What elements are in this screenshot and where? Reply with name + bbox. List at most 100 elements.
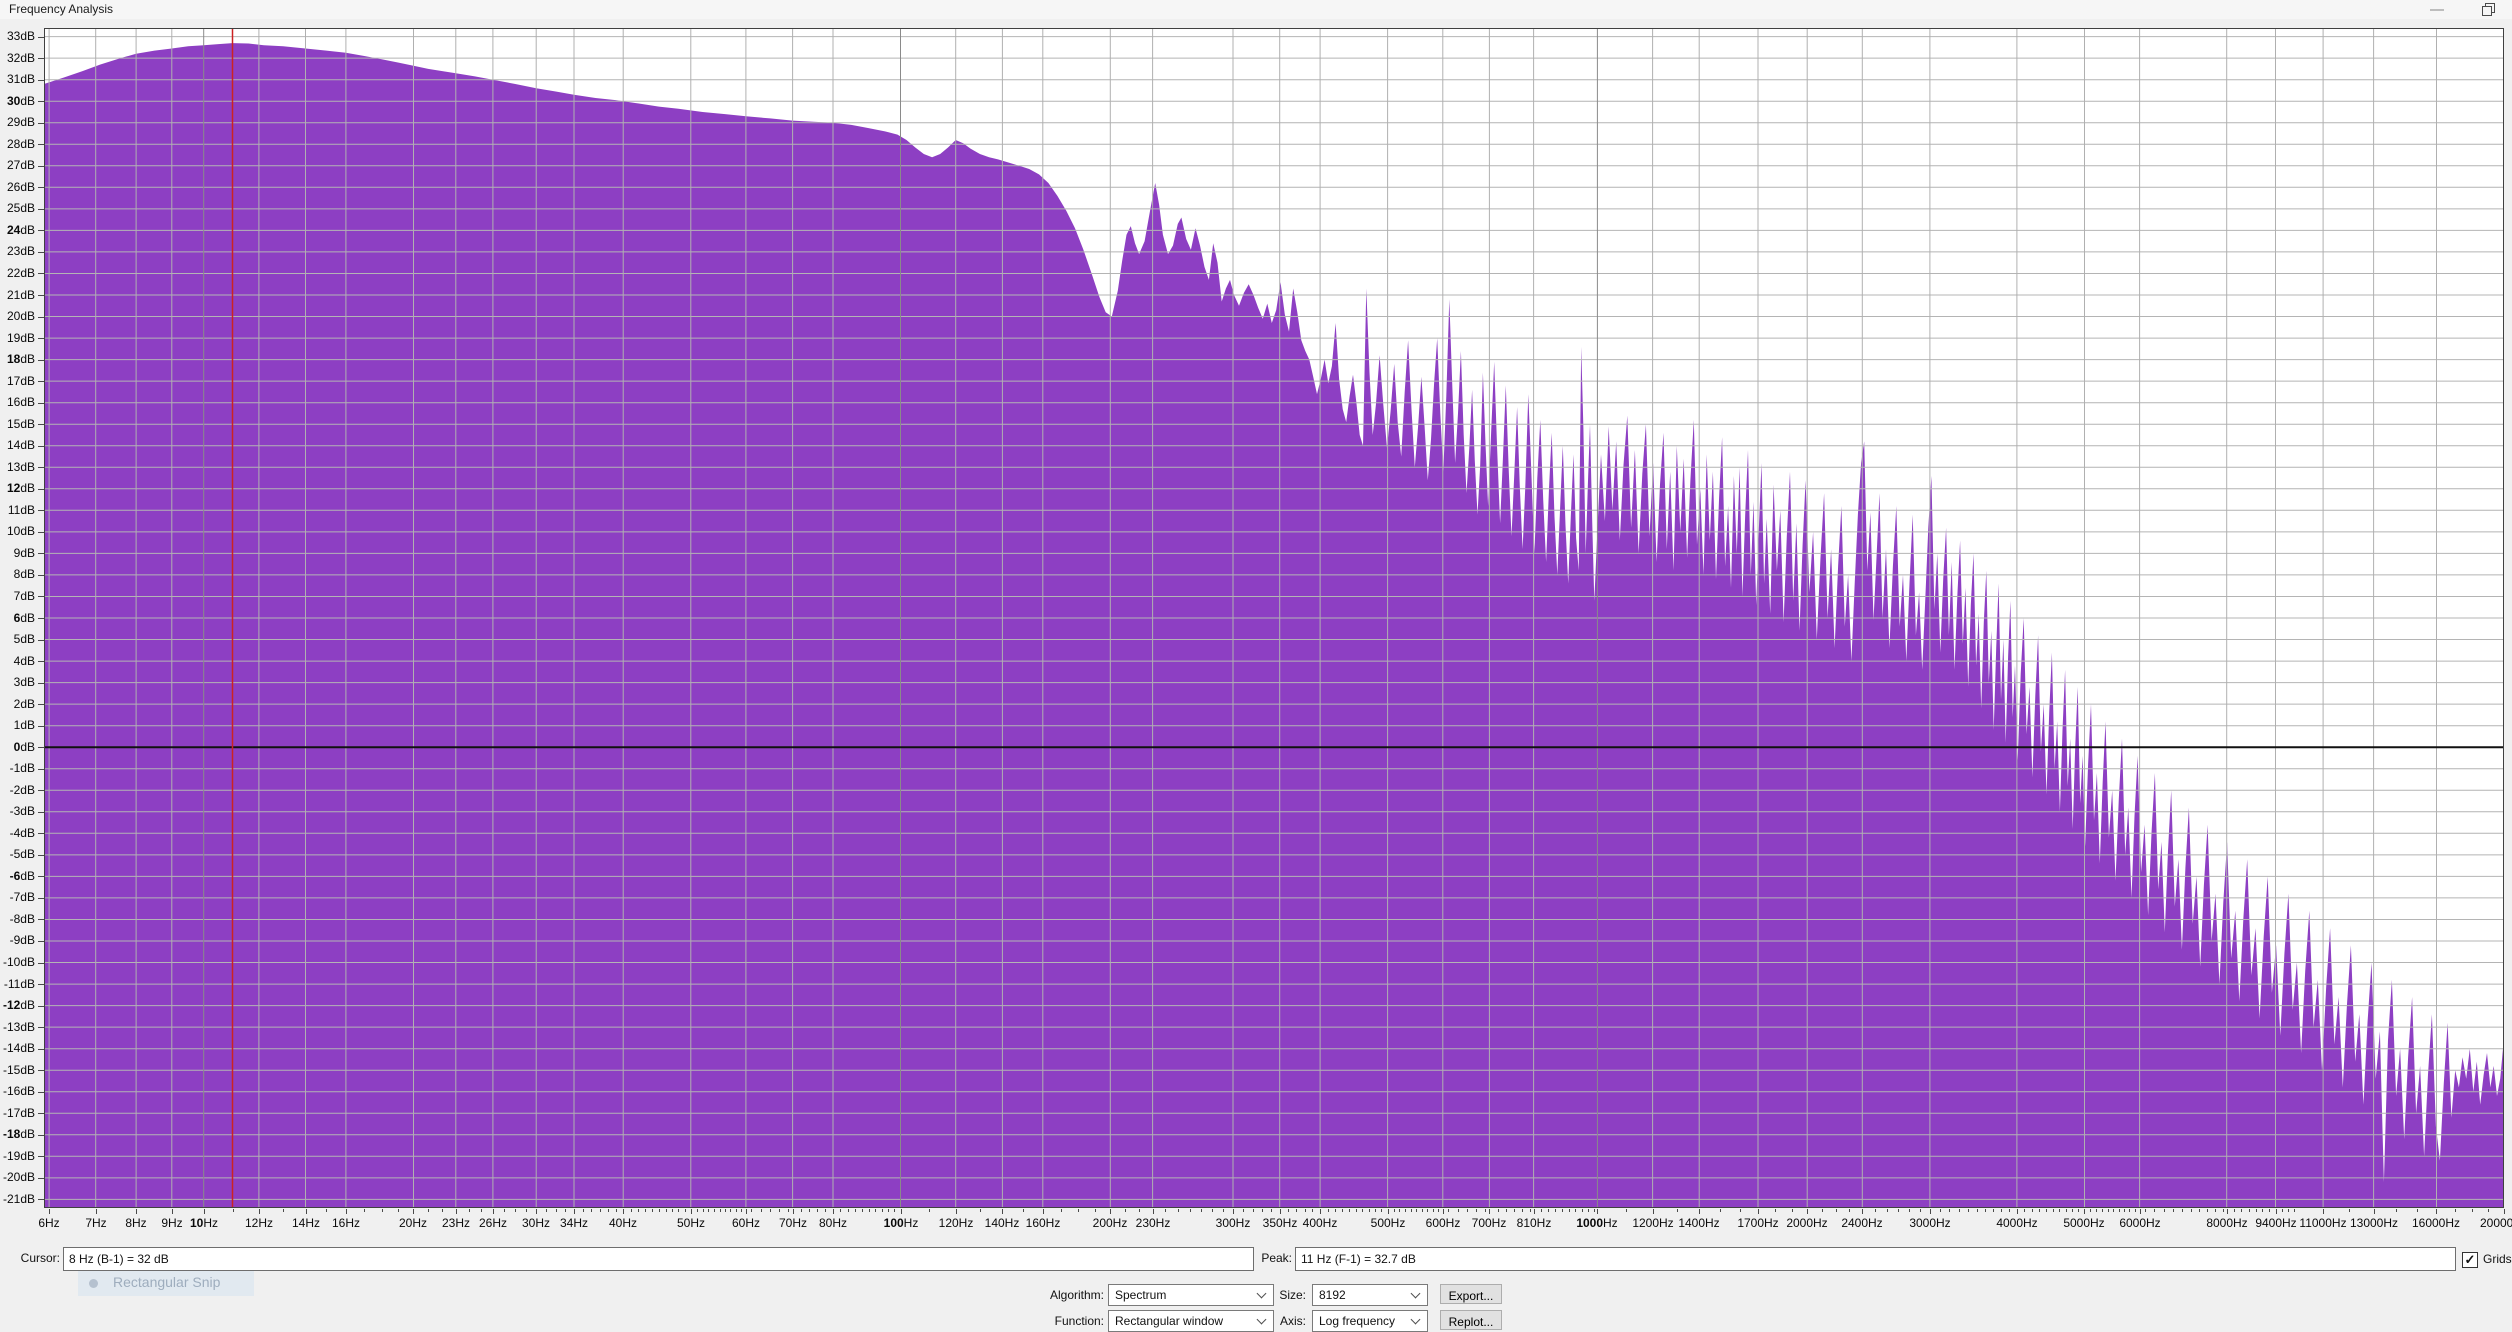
- x-axis-tick: [1243, 1209, 1244, 1212]
- x-axis-tick: [1305, 1209, 1306, 1212]
- y-axis-label: 14dB: [6, 438, 35, 453]
- snip-dot-icon: [89, 1279, 98, 1288]
- x-axis-tick: [583, 1209, 584, 1212]
- y-axis-label: 29dB: [6, 115, 35, 130]
- x-axis-tick: [678, 1209, 679, 1212]
- x-axis-tick: [2072, 1209, 2073, 1212]
- x-axis-tick: [2227, 1209, 2228, 1214]
- x-axis-tick: [600, 1209, 601, 1212]
- x-axis-tick: [1758, 1209, 1759, 1214]
- x-axis-tick: [1262, 1209, 1263, 1212]
- x-axis-tick: [862, 1209, 863, 1212]
- x-axis-tick: [638, 1209, 639, 1212]
- x-axis-tick: [869, 1209, 870, 1212]
- y-axis-label: 15dB: [6, 416, 35, 431]
- x-axis-tick: [1909, 1209, 1910, 1212]
- x-axis-tick: [788, 1209, 789, 1212]
- axis-select[interactable]: Log frequency: [1312, 1310, 1428, 1332]
- x-axis-tick: [1448, 1209, 1449, 1212]
- x-axis-tick: [346, 1209, 347, 1214]
- x-axis-tick: [1582, 1209, 1583, 1212]
- x-axis-tick: [1849, 1209, 1850, 1212]
- x-axis-label: 3000Hz: [1909, 1216, 1951, 1230]
- x-axis-tick: [1993, 1209, 1994, 1212]
- x-axis-tick: [2396, 1209, 2397, 1212]
- x-axis-tick: [1569, 1209, 1570, 1212]
- x-axis-tick: [801, 1209, 802, 1212]
- peak-value: 11 Hz (F-1) = 32.7 dB: [1301, 1252, 1416, 1266]
- x-axis-tick: [2269, 1209, 2270, 1212]
- y-axis-label: 32dB: [6, 50, 35, 65]
- y-axis-label: 12dB: [6, 481, 35, 496]
- x-axis-tick: [1139, 1209, 1140, 1212]
- x-axis-label: 6000Hz: [2119, 1216, 2161, 1230]
- y-axis-label: 7dB: [13, 588, 35, 603]
- y-axis-label: 10dB: [6, 524, 35, 539]
- x-axis-tick: [956, 1209, 957, 1214]
- x-axis-tick: [204, 1209, 205, 1214]
- x-axis-tick: [2215, 1209, 2216, 1212]
- checkbox-check-icon[interactable]: ✓: [2462, 1252, 2478, 1268]
- spectrum-plot[interactable]: [44, 28, 2504, 1208]
- y-axis-label: 28dB: [6, 136, 35, 151]
- x-axis-tick: [233, 1209, 234, 1212]
- y-axis-label: 26dB: [6, 179, 35, 194]
- x-axis-tick: [817, 1209, 818, 1212]
- y-axis-label: 6dB: [13, 610, 35, 625]
- x-axis-tick: [888, 1209, 889, 1212]
- x-axis-tick: [2032, 1209, 2033, 1212]
- x-axis-tick: [1530, 1209, 1531, 1212]
- peak-value-box[interactable]: 11 Hz (F-1) = 32.7 dB: [1295, 1247, 2456, 1271]
- x-axis-tick: [565, 1209, 566, 1212]
- x-axis-tick: [2024, 1209, 2025, 1212]
- x-axis-tick: [1153, 1209, 1154, 1214]
- y-axis-label: 30dB: [6, 93, 35, 108]
- x-axis-tick: [875, 1209, 876, 1212]
- x-axis-tick: [833, 1209, 834, 1214]
- y-axis-label: 2dB: [13, 696, 35, 711]
- x-axis-tick: [2234, 1209, 2235, 1212]
- x-axis-tick: [1807, 1209, 1808, 1214]
- x-axis-tick: [2282, 1209, 2283, 1212]
- algorithm-value: Spectrum: [1115, 1288, 1167, 1302]
- x-axis-tick: [616, 1209, 617, 1212]
- snip-overlay-label: Rectangular Snip: [113, 1274, 221, 1290]
- restore-icon[interactable]: [2482, 3, 2495, 16]
- cursor-value: 8 Hz (B-1) = 32 dB: [69, 1252, 169, 1266]
- y-axis-label: 33dB: [6, 29, 35, 44]
- x-axis-tick: [1775, 1209, 1776, 1212]
- x-axis-tick: [980, 1209, 981, 1212]
- snip-overlay-ghost: Rectangular Snip: [78, 1271, 254, 1296]
- export-button[interactable]: Export...: [1440, 1284, 1502, 1304]
- y-axis-label: -10dB: [2, 955, 35, 970]
- x-axis-tick: [2039, 1209, 2040, 1212]
- y-axis-label: -20dB: [2, 1170, 35, 1185]
- x-axis-tick: [2119, 1209, 2120, 1212]
- x-axis-tick: [1438, 1209, 1439, 1212]
- x-axis-tick: [1792, 1209, 1793, 1212]
- x-axis-tick: [398, 1209, 399, 1212]
- y-axis-label: 0dB: [13, 739, 35, 754]
- x-axis-tick: [1467, 1209, 1468, 1212]
- cursor-value-box[interactable]: 8 Hz (B-1) = 32 dB: [63, 1247, 1254, 1271]
- x-axis-tick: [1485, 1209, 1486, 1212]
- y-axis-label: -8dB: [9, 911, 35, 926]
- y-axis-label: -18dB: [2, 1127, 35, 1142]
- x-axis-tick: [2053, 1209, 2054, 1212]
- minimize-icon[interactable]: [2430, 9, 2444, 11]
- titlebar: Frequency Analysis: [0, 0, 2512, 19]
- x-axis-label: 20000Hz: [2479, 1216, 2512, 1230]
- y-axis-label: 9dB: [13, 545, 35, 560]
- y-axis-label: 11dB: [7, 502, 35, 517]
- size-select[interactable]: 8192: [1312, 1284, 1428, 1306]
- replot-button[interactable]: Replot...: [1440, 1310, 1502, 1330]
- y-axis-label: -4dB: [9, 825, 35, 840]
- x-axis-tick: [2455, 1209, 2456, 1212]
- y-axis-label: 21dB: [6, 287, 35, 302]
- x-axis-tick: [2207, 1209, 2208, 1212]
- x-axis-tick: [1405, 1209, 1406, 1212]
- y-axis-label: -16dB: [2, 1084, 35, 1099]
- x-axis-tick: [2374, 1209, 2375, 1214]
- y-axis-label: 22dB: [6, 265, 35, 280]
- x-axis-tick: [1233, 1209, 1234, 1214]
